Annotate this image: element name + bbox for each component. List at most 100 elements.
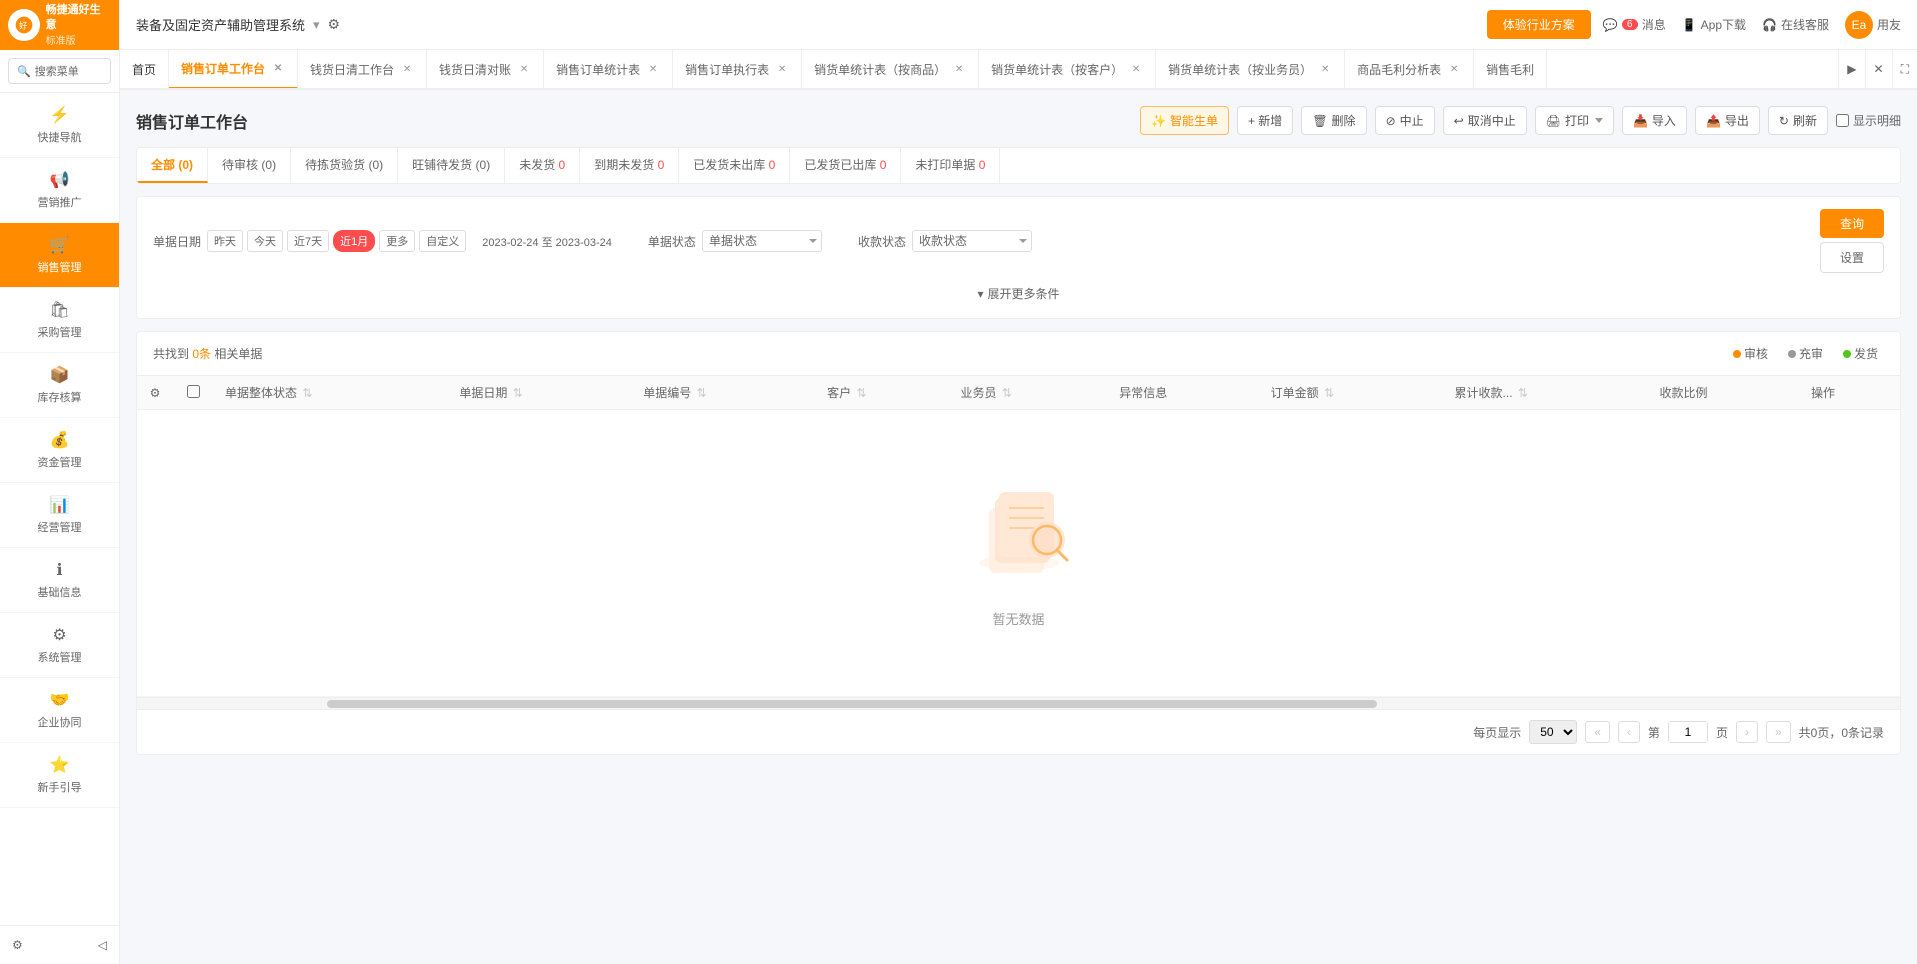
tab-sales-summary-product[interactable]: 销货单统计表（按商品） ✕ [802, 50, 979, 89]
tab-sales-summary-customer[interactable]: 销货单统计表（按客户） ✕ [979, 50, 1156, 89]
bag-icon: 🛍 [49, 300, 69, 320]
collapse-sidebar-btn[interactable]: ◁ [98, 938, 107, 952]
tab-sales-summary-staff[interactable]: 销货单统计表（按业务员） ✕ [1156, 50, 1345, 89]
tab-sales-summary-product-close[interactable]: ✕ [952, 62, 966, 76]
suspend-btn[interactable]: ⊘ 中止 [1375, 106, 1435, 135]
filter-tab-not-printed[interactable]: 未打印单据 0 [901, 148, 1000, 183]
sidebar-item-marketing[interactable]: 📢 营销推广 [0, 158, 119, 223]
system-title-arrow[interactable]: ▾ [313, 17, 320, 33]
last-page-btn[interactable]: » [1766, 721, 1791, 743]
app-download-action[interactable]: 📱 App下载 [1682, 16, 1746, 33]
sort-customer-icon[interactable]: ⇅ [857, 386, 867, 400]
filter-tab-shipped-not-out[interactable]: 已发货未出库 0 [679, 148, 790, 183]
date-more-btn[interactable]: 更多 [379, 230, 415, 252]
sidebar-item-enterprise[interactable]: 🤝 企业协同 [0, 678, 119, 743]
date-yesterday-btn[interactable]: 昨天 [207, 230, 243, 252]
ship-action-btn[interactable]: 发货 [1837, 342, 1884, 365]
date-1month-btn[interactable]: 近1月 [333, 230, 375, 252]
date-7days-btn[interactable]: 近7天 [287, 230, 329, 252]
tab-cash-daily-close[interactable]: ✕ [400, 62, 414, 76]
show-details-label[interactable]: 显示明细 [1836, 112, 1901, 129]
tab-sales-stats-close[interactable]: ✕ [646, 62, 660, 76]
sidebar-item-inventory[interactable]: 📦 库存核算 [0, 353, 119, 418]
sidebar-item-purchase[interactable]: 🛍 采购管理 [0, 288, 119, 353]
tab-sales-exec[interactable]: 销售订单执行表 ✕ [673, 50, 802, 89]
sort-received-icon[interactable]: ⇅ [1518, 386, 1528, 400]
per-page-select[interactable]: 50 [1529, 720, 1577, 744]
sidebar-item-finance[interactable]: 💰 资金管理 [0, 418, 119, 483]
tab-cash-reconcile[interactable]: 钱货日清对账 ✕ [427, 50, 544, 89]
tab-cash-daily[interactable]: 钱货日清工作台 ✕ [298, 50, 427, 89]
table-settings-icon[interactable]: ⚙ [150, 386, 161, 400]
delete-btn[interactable]: 🗑 删除 [1301, 106, 1366, 135]
settings-footer-icon[interactable]: ⚙ [12, 938, 23, 952]
tab-close-all[interactable]: ✕ [1865, 50, 1892, 89]
horizontal-scrollbar[interactable] [137, 697, 1900, 709]
import-btn[interactable]: 📥 导入 [1622, 106, 1687, 135]
tab-sales-exec-close[interactable]: ✕ [775, 62, 789, 76]
tab-maximize[interactable]: ⛶ [1892, 50, 1917, 89]
print-btn[interactable]: 🖨 打印 [1535, 106, 1614, 135]
tab-sales-summary-customer-close[interactable]: ✕ [1129, 62, 1143, 76]
tab-goods-margin[interactable]: 商品毛利分析表 ✕ [1345, 50, 1474, 89]
user-action[interactable]: Ea 用友 [1845, 11, 1901, 39]
next-page-btn[interactable]: › [1736, 721, 1758, 743]
sort-staff-icon[interactable]: ⇅ [1002, 386, 1012, 400]
filter-tab-wangpu[interactable]: 旺铺待发货 (0) [398, 148, 505, 183]
industry-btn[interactable]: 体验行业方案 [1487, 10, 1591, 39]
sidebar-item-quick-nav[interactable]: ⚡ 快捷导航 [0, 93, 119, 158]
message-action[interactable]: 💬 6 消息 [1603, 16, 1666, 33]
sort-status-icon[interactable]: ⇅ [302, 386, 312, 400]
new-btn[interactable]: + 新增 [1237, 106, 1293, 135]
cancel-review-action-btn[interactable]: 充审 [1782, 342, 1829, 365]
first-page-btn[interactable]: « [1585, 721, 1610, 743]
tab-sales-profit[interactable]: 销售毛利 [1474, 50, 1547, 89]
sidebar-item-sales[interactable]: 🛒 销售管理 [0, 223, 119, 288]
page-input[interactable] [1668, 721, 1708, 743]
filter-tab-all[interactable]: 全部 (0) [137, 148, 208, 183]
search-menu-button[interactable]: 🔍 搜索菜单 [8, 58, 111, 84]
tab-sales-stats[interactable]: 销售订单统计表 ✕ [544, 50, 673, 89]
filter-tab-shipped-out[interactable]: 已发货已出库 0 [790, 148, 901, 183]
cancel-suspend-btn[interactable]: ↩ 取消中止 [1443, 106, 1527, 135]
svg-text:好: 好 [19, 20, 27, 30]
refresh-btn[interactable]: ↻ 刷新 [1768, 106, 1828, 135]
filter-tab-pending-inspect[interactable]: 待拣货验货 (0) [291, 148, 398, 183]
prev-page-btn[interactable]: ‹ [1618, 721, 1640, 743]
tab-cash-reconcile-close[interactable]: ✕ [517, 62, 531, 76]
sidebar-item-basic[interactable]: ℹ 基础信息 [0, 548, 119, 613]
sidebar-item-guide[interactable]: ⭐ 新手引导 [0, 743, 119, 808]
tab-sales-workbench-close[interactable]: ✕ [271, 61, 285, 75]
tab-home[interactable]: 首页 [120, 50, 169, 89]
tab-sales-summary-staff-close[interactable]: ✕ [1318, 62, 1332, 76]
payment-select[interactable]: 收款状态 [912, 230, 1032, 252]
sort-date-icon[interactable]: ⇅ [513, 386, 523, 400]
tab-sales-workbench[interactable]: 销售订单工作台 ✕ [169, 50, 298, 89]
sidebar-item-system[interactable]: ⚙ 系统管理 [0, 613, 119, 678]
expand-conditions-btn[interactable]: ▾ 展开更多条件 [977, 281, 1059, 306]
date-today-btn[interactable]: 今天 [247, 230, 283, 252]
payment-condition: 收款状态 收款状态 [858, 230, 1032, 252]
user-name: 用友 [1877, 16, 1901, 33]
col-number: 单据编号 ⇅ [631, 376, 815, 410]
online-service-action[interactable]: 🎧 在线客服 [1762, 16, 1829, 33]
sort-amount-icon[interactable]: ⇅ [1324, 386, 1334, 400]
settings-icon-header[interactable]: ⚙ [328, 16, 341, 33]
scrollbar-thumb[interactable] [327, 700, 1377, 708]
filter-tab-pending-review[interactable]: 待审核 (0) [208, 148, 291, 183]
smart-create-btn[interactable]: ✨ 智能生单 [1140, 106, 1229, 135]
sidebar-item-operation[interactable]: 📊 经营管理 [0, 483, 119, 548]
sort-number-icon[interactable]: ⇅ [697, 386, 707, 400]
tab-goods-margin-close[interactable]: ✕ [1447, 62, 1461, 76]
settings-condition-btn[interactable]: 设置 [1820, 242, 1884, 273]
review-action-btn[interactable]: 审核 [1727, 342, 1774, 365]
status-select[interactable]: 单据状态 [702, 230, 822, 252]
select-all-checkbox[interactable] [187, 385, 200, 398]
date-custom-btn[interactable]: 自定义 [419, 230, 466, 252]
filter-tab-not-shipped[interactable]: 未发货 0 [505, 148, 580, 183]
filter-tab-overdue-not-shipped[interactable]: 到期未发货 0 [580, 148, 679, 183]
show-details-checkbox[interactable] [1836, 114, 1849, 127]
export-btn[interactable]: 📤 导出 [1695, 106, 1760, 135]
query-btn[interactable]: 查询 [1820, 209, 1884, 238]
tab-scroll-right[interactable]: ▶ [1838, 50, 1864, 89]
